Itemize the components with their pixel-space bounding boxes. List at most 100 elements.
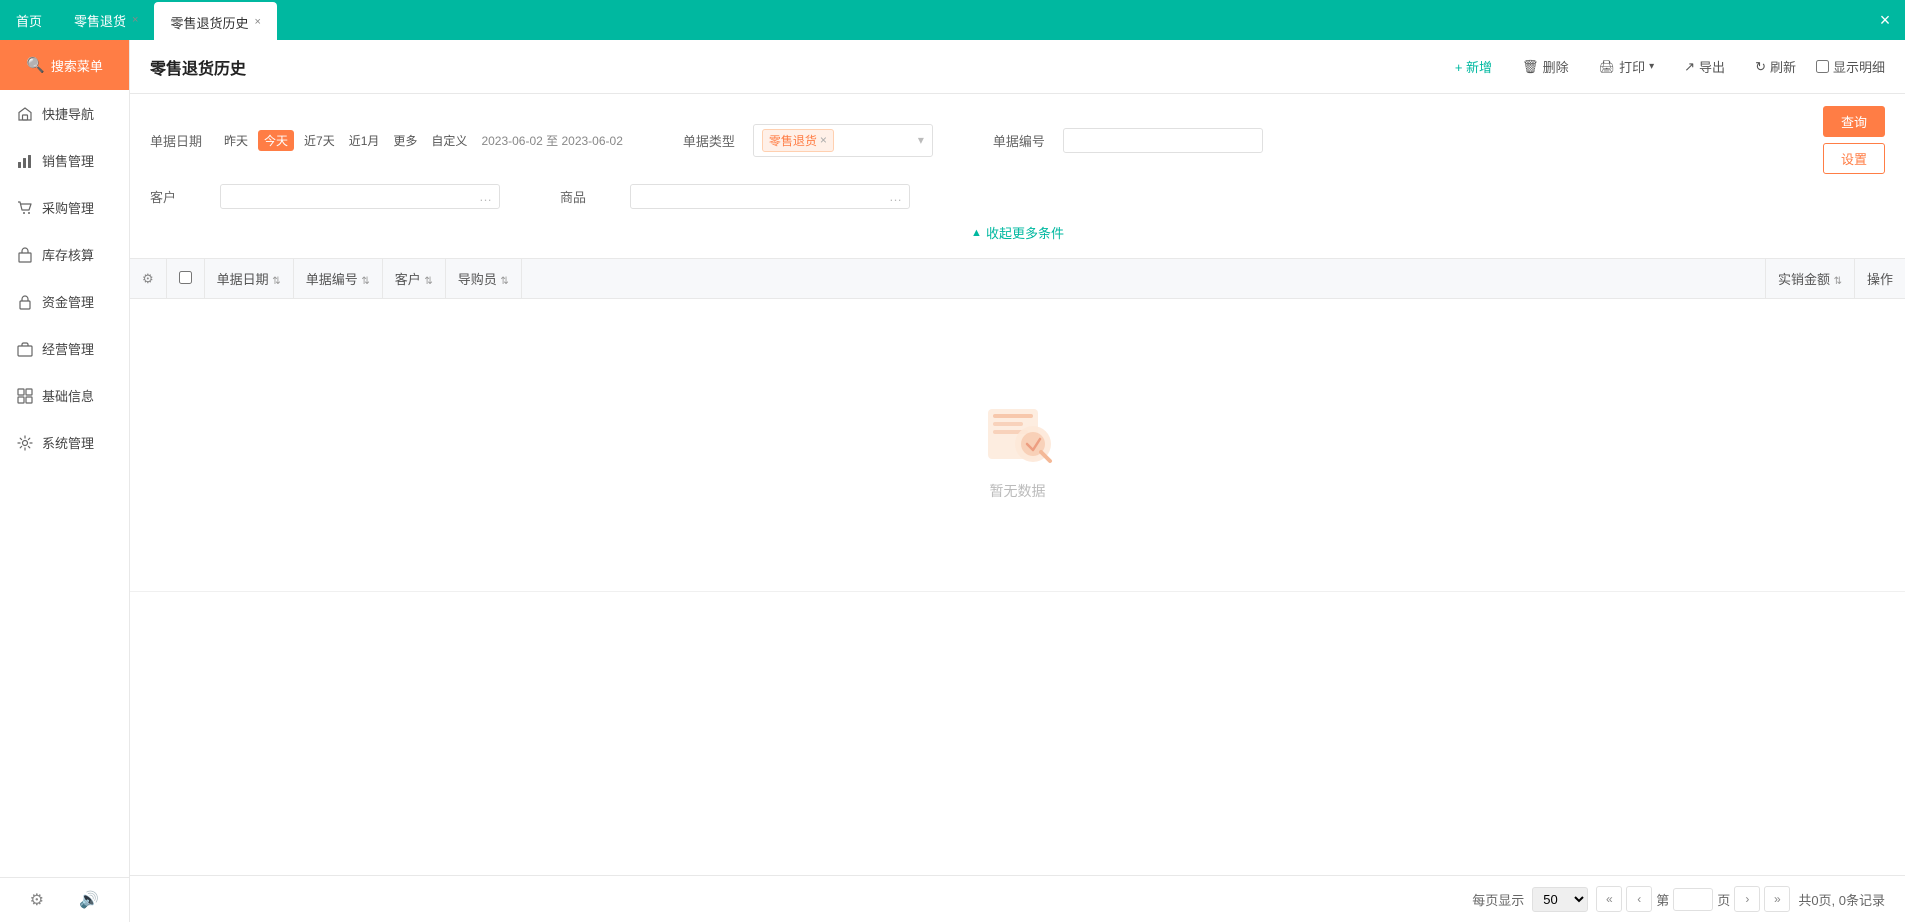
sidebar-search[interactable]: 🔍 搜索菜单: [0, 40, 129, 90]
tab-retail-return-history[interactable]: 零售退货历史 ×: [154, 2, 276, 42]
collapse-up-icon: ▲: [971, 227, 982, 239]
sidebar-item-purchase-mgmt[interactable]: 采购管理: [0, 184, 129, 231]
sidebar-item-system[interactable]: 系统管理: [0, 419, 129, 466]
sidebar-item-basic-info[interactable]: 基础信息: [0, 372, 129, 419]
date-opt-more[interactable]: 更多: [389, 131, 421, 150]
type-filter-chevron-icon: ▾: [918, 133, 924, 147]
refresh-icon: ↻: [1755, 59, 1766, 75]
table-area: ⚙ 单据日期 ⇅ 单据编号 ⇅: [130, 259, 1905, 875]
sidebar-item-basic-info-label: 基础信息: [42, 386, 94, 405]
volume-icon[interactable]: 🔊: [79, 890, 99, 910]
grid-icon: [16, 387, 34, 405]
page-prev-button[interactable]: ‹: [1626, 886, 1652, 912]
export-button[interactable]: ↗ 导出: [1674, 52, 1735, 81]
query-button[interactable]: 查询: [1823, 106, 1885, 137]
type-filter-tag-remove[interactable]: ×: [820, 133, 827, 147]
setting-button[interactable]: 设置: [1823, 143, 1885, 174]
date-opt-7days[interactable]: 近7天: [300, 131, 339, 150]
select-all-checkbox[interactable]: [179, 271, 192, 284]
tab-retail-return-close[interactable]: ×: [132, 14, 138, 26]
date-opt-1month[interactable]: 近1月: [345, 131, 384, 150]
page-next-button[interactable]: ›: [1734, 886, 1760, 912]
sidebar-search-label: 搜索菜单: [51, 56, 103, 75]
content-area: 零售退货历史 + 新增 🗑 删除 🖨 打印 ▾ ↗ 导出 ↻: [130, 40, 1905, 922]
date-filter-label: 单据日期: [150, 131, 210, 150]
window-close-button[interactable]: ×: [1865, 0, 1905, 40]
sidebar-item-finance[interactable]: 资金管理: [0, 278, 129, 325]
sidebar-bottom: ⚙ 🔊: [0, 877, 129, 922]
th-date[interactable]: 单据日期 ⇅: [204, 259, 293, 299]
sidebar-item-operations[interactable]: 经营管理: [0, 325, 129, 372]
lock-icon: [16, 293, 34, 311]
tab-home-label: 首页: [16, 11, 42, 30]
date-opt-yesterday[interactable]: 昨天: [220, 131, 252, 150]
delete-button[interactable]: 🗑 删除: [1512, 52, 1579, 81]
sidebar-item-quick-nav[interactable]: 快捷导航: [0, 90, 129, 137]
table-header: ⚙ 单据日期 ⇅ 单据编号 ⇅: [130, 259, 1905, 299]
type-filter-select[interactable]: 零售退货 × ▾: [753, 124, 933, 157]
pagination-area: 每页显示 10 20 50 100 « ‹ 第 1 页 › » 共0页, 0条记…: [130, 875, 1905, 922]
page-first-button[interactable]: «: [1596, 886, 1622, 912]
page-nav: « ‹ 第 1 页 › »: [1596, 886, 1790, 912]
page-size-label: 每页显示: [1472, 890, 1524, 909]
print-button[interactable]: 🖨 打印 ▾: [1589, 52, 1665, 81]
sidebar-item-purchase-mgmt-label: 采购管理: [42, 198, 94, 217]
th-guide[interactable]: 导购员 ⇅: [445, 259, 521, 299]
customer-filter-group: 客户 …: [150, 184, 500, 209]
print-chevron-icon: ▾: [1649, 61, 1654, 72]
th-action: 操作: [1854, 259, 1905, 299]
refresh-button[interactable]: ↻ 刷新: [1745, 52, 1806, 81]
goods-filter-input[interactable]: [630, 184, 910, 209]
date-opt-custom[interactable]: 自定义: [427, 131, 471, 150]
tab-retail-return-history-close[interactable]: ×: [254, 16, 260, 28]
table-settings-icon[interactable]: ⚙: [142, 271, 154, 286]
th-customer-label: 客户: [395, 272, 421, 287]
customer-input-wrapper: …: [220, 184, 500, 209]
sidebar-item-inventory-label: 库存核算: [42, 245, 94, 264]
th-amount[interactable]: 实销金额 ⇅: [1765, 259, 1854, 299]
tab-home[interactable]: 首页: [0, 0, 58, 40]
query-action-group: 查询 设置: [1823, 106, 1885, 174]
tab-retail-return[interactable]: 零售退货 ×: [58, 0, 154, 40]
th-number-label: 单据编号: [306, 272, 358, 287]
sidebar: 🔍 搜索菜单 快捷导航 销售管理 采购管理 库存核算: [0, 40, 130, 922]
th-guide-label: 导购员: [458, 272, 497, 287]
table-body: 暂无数据: [130, 299, 1905, 592]
sidebar-item-finance-label: 资金管理: [42, 292, 94, 311]
date-opt-today[interactable]: 今天: [258, 130, 294, 151]
sidebar-item-sales-mgmt[interactable]: 销售管理: [0, 137, 129, 184]
settings-bottom-icon[interactable]: ⚙: [30, 890, 44, 910]
briefcase-icon: [16, 340, 34, 358]
th-date-sort-icon: ⇅: [272, 276, 280, 287]
date-range-display: 2023-06-02 至 2023-06-02: [481, 132, 622, 149]
sidebar-item-system-label: 系统管理: [42, 433, 94, 452]
display-toggle-checkbox[interactable]: [1816, 60, 1829, 73]
page-title: 零售退货历史: [150, 55, 246, 79]
collapse-button[interactable]: ▲ 收起更多条件: [959, 219, 1076, 246]
customer-ellipsis-icon: …: [479, 189, 492, 204]
page-last-button[interactable]: »: [1764, 886, 1790, 912]
sidebar-item-inventory[interactable]: 库存核算: [0, 231, 129, 278]
page-size-select[interactable]: 10 20 50 100: [1532, 887, 1588, 912]
th-amount-sort-icon: ⇅: [1834, 276, 1842, 287]
th-amount-label: 实销金额: [1778, 272, 1830, 287]
filter-area: 单据日期 昨天 今天 近7天 近1月 更多 自定义 2023-06-02 至 2…: [130, 94, 1905, 259]
data-table: ⚙ 单据日期 ⇅ 单据编号 ⇅: [130, 259, 1905, 592]
export-icon: ↗: [1684, 59, 1695, 75]
number-filter-input[interactable]: [1063, 128, 1263, 153]
chart-icon: [16, 152, 34, 170]
th-settings: ⚙: [130, 259, 166, 299]
filter-row-1: 单据日期 昨天 今天 近7天 近1月 更多 自定义 2023-06-02 至 2…: [150, 106, 1885, 174]
th-number[interactable]: 单据编号 ⇅: [293, 259, 382, 299]
customer-filter-input[interactable]: [220, 184, 500, 209]
date-filter-group: 单据日期 昨天 今天 近7天 近1月 更多 自定义 2023-06-02 至 2…: [150, 130, 623, 151]
page-input[interactable]: 1: [1673, 888, 1713, 911]
sidebar-item-sales-mgmt-label: 销售管理: [42, 151, 94, 170]
new-button[interactable]: + 新增: [1445, 52, 1502, 81]
tab-retail-return-history-label: 零售退货历史: [170, 13, 248, 32]
th-customer[interactable]: 客户 ⇅: [382, 259, 445, 299]
delete-icon: 🗑: [1522, 59, 1539, 75]
type-filter-group: 单据类型 零售退货 × ▾: [683, 124, 933, 157]
page-total-info: 共0页, 0条记录: [1798, 890, 1885, 909]
filter-row-2: 客户 … 商品 …: [150, 184, 1885, 209]
